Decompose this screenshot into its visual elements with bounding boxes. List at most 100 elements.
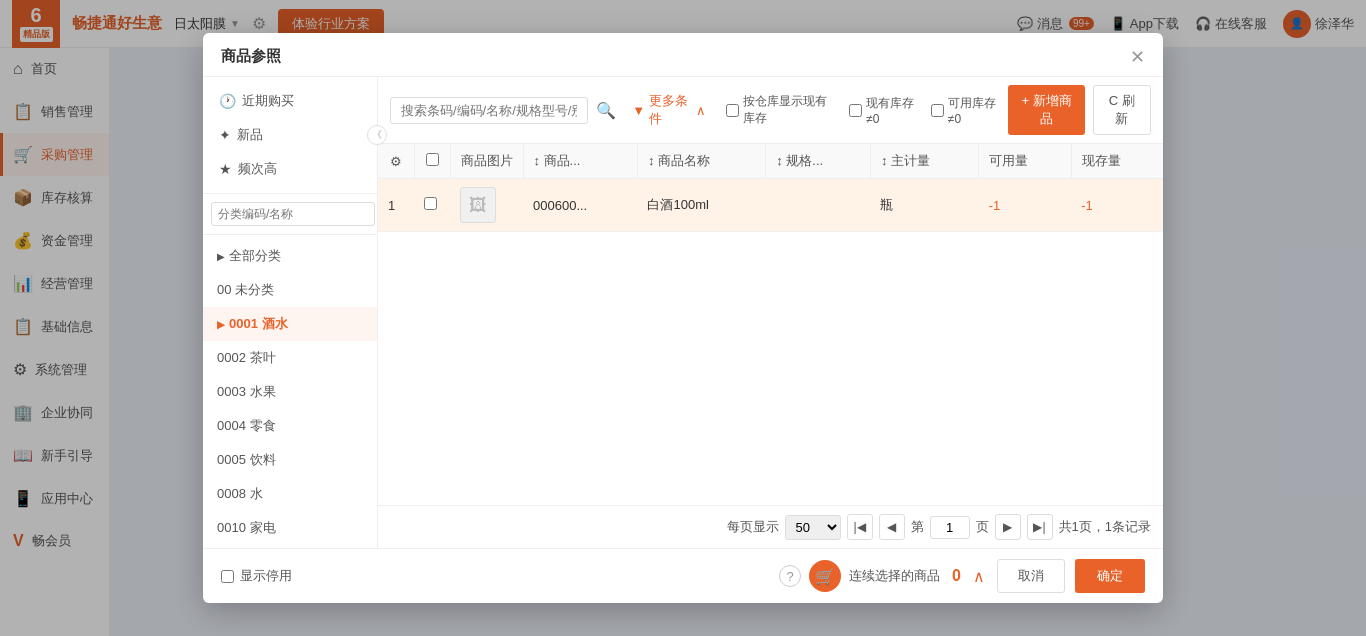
confirm-button[interactable]: 确定 (1075, 559, 1145, 593)
category-item-0003[interactable]: 0003 水果 (203, 375, 377, 409)
last-page-button[interactable]: ▶| (1027, 514, 1053, 540)
th-stock: 现存量 (1071, 144, 1163, 179)
page-size-select[interactable]: 10 20 50 100 (785, 515, 841, 540)
product-table-container: ⚙ 商品图片 ↕ 商品... ↕ 商品名称 ↕ 规格... ↕ 主计量 可用量 … (378, 144, 1163, 505)
collapse-panel-button[interactable]: 《 (367, 125, 387, 145)
modal-title: 商品参照 (221, 47, 281, 66)
more-filter-button[interactable]: ▼ 更多条件 ∧ (624, 88, 714, 132)
new-icon: ✦ (219, 127, 231, 143)
selected-count: 0 (948, 567, 965, 585)
checkbox-warehouse-label: 按仓库显示现有库存 (743, 93, 837, 127)
checkbox-warehouse[interactable]: 按仓库显示现有库存 (726, 93, 837, 127)
category-item-0005[interactable]: 0005 饮料 (203, 443, 377, 477)
left-panel: 🕐 近期购买 ✦ 新品 ★ 频次高 《 (203, 77, 378, 548)
search-toolbar: 🔍 ▼ 更多条件 ∧ 按仓库显示现有库存 现有库存≠0 (378, 77, 1163, 144)
table-row[interactable]: 1 🖼 000600... 白酒100ml 瓶 -1 -1 (378, 179, 1163, 232)
table-header-row: ⚙ 商品图片 ↕ 商品... ↕ 商品名称 ↕ 规格... ↕ 主计量 可用量 … (378, 144, 1163, 179)
th-available: 可用量 (979, 144, 1072, 179)
checkbox-warehouse-input[interactable] (726, 104, 739, 117)
modal-header: 商品参照 ✕ (203, 33, 1163, 77)
quick-link-frequent[interactable]: ★ 频次高 (211, 153, 369, 185)
show-disabled-checkbox[interactable] (221, 570, 234, 583)
th-unit: ↕ 主计量 (870, 144, 978, 179)
pagination-bar: 每页显示 10 20 50 100 |◀ ◀ 第 页 ▶ ▶| 共1页，1条记录 (378, 505, 1163, 548)
category-item-0008[interactable]: 0008 水 (203, 477, 377, 511)
modal-close-button[interactable]: ✕ (1130, 48, 1145, 66)
first-page-button[interactable]: |◀ (847, 514, 873, 540)
category-item-00[interactable]: 00 未分类 (203, 273, 377, 307)
prev-page-button[interactable]: ◀ (879, 514, 905, 540)
footer-mid: ? 🛒 连续选择的商品 0 ∧ (779, 560, 985, 592)
product-table: ⚙ 商品图片 ↕ 商品... ↕ 商品名称 ↕ 规格... ↕ 主计量 可用量 … (378, 144, 1163, 232)
page-label-2: 页 (976, 518, 989, 536)
checkbox-available[interactable]: 现有库存≠0 (849, 95, 919, 126)
th-name: ↕ 商品名称 (637, 144, 765, 179)
product-thumbnail: 🖼 (460, 187, 496, 223)
filter-arrow-icon: ∧ (696, 103, 706, 118)
quick-link-recent[interactable]: 🕐 近期购买 (211, 85, 369, 117)
category-label: 0003 水果 (217, 383, 276, 401)
modal-body: 🕐 近期购买 ✦ 新品 ★ 频次高 《 (203, 77, 1163, 548)
category-label: 00 未分类 (217, 281, 274, 299)
category-item-0004[interactable]: 0004 零食 (203, 409, 377, 443)
category-item-0002[interactable]: 0002 茶叶 (203, 341, 377, 375)
arrow-icon: ▶ (217, 251, 225, 262)
category-item-0001[interactable]: ▶ 0001 酒水 (203, 307, 377, 341)
collapse-selection-icon[interactable]: ∧ (973, 567, 985, 586)
category-label: 全部分类 (229, 247, 281, 265)
toolbar-right: + 新增商品 C 刷新 (1008, 85, 1151, 135)
row-checkbox[interactable] (424, 197, 437, 210)
quick-link-new[interactable]: ✦ 新品 (211, 119, 369, 151)
product-search-input[interactable] (390, 97, 588, 124)
cart-icon[interactable]: 🛒 (809, 560, 841, 592)
th-settings: ⚙ (378, 144, 414, 179)
category-search-box: 🔍 (203, 194, 377, 235)
selected-text: 连续选择的商品 (849, 567, 940, 585)
quick-link-label: 频次高 (238, 160, 277, 178)
category-item-all[interactable]: ▶ 全部分类 (203, 239, 377, 273)
checkbox-usable[interactable]: 可用库存≠0 (931, 95, 1001, 126)
category-item-0010[interactable]: 0010 家电 (203, 511, 377, 545)
page-size-label: 每页显示 (727, 518, 779, 536)
modal-footer: 显示停用 ? 🛒 连续选择的商品 0 ∧ 取消 确定 (203, 548, 1163, 603)
refresh-button[interactable]: C 刷新 (1093, 85, 1151, 135)
frequent-icon: ★ (219, 161, 232, 177)
help-icon[interactable]: ? (779, 565, 801, 587)
row-code: 000600... (523, 179, 637, 232)
recent-icon: 🕐 (219, 93, 236, 109)
th-spec: ↕ 规格... (766, 144, 871, 179)
row-checkbox-cell[interactable] (414, 179, 450, 232)
th-code: ↕ 商品... (523, 144, 637, 179)
checkbox-available-label: 现有库存≠0 (866, 95, 919, 126)
row-num: 1 (378, 179, 414, 232)
cancel-button[interactable]: 取消 (997, 559, 1065, 593)
row-spec (766, 179, 871, 232)
category-label: 0005 饮料 (217, 451, 276, 469)
add-product-button[interactable]: + 新增商品 (1008, 85, 1084, 135)
category-label: 0008 水 (217, 485, 263, 503)
category-label: 0004 零食 (217, 417, 276, 435)
row-image: 🖼 (450, 179, 523, 232)
product-reference-modal: 商品参照 ✕ 🕐 近期购买 ✦ 新品 (203, 33, 1163, 603)
select-all-checkbox[interactable] (426, 153, 439, 166)
page-number-input[interactable] (930, 516, 970, 539)
filter-icon: ▼ (632, 103, 645, 118)
show-disabled-label: 显示停用 (240, 567, 292, 585)
category-label: 0002 茶叶 (217, 349, 276, 367)
row-name: 白酒100ml (637, 179, 765, 232)
checkbox-available-input[interactable] (849, 104, 862, 117)
row-stock: -1 (1071, 179, 1163, 232)
quick-link-label: 新品 (237, 126, 263, 144)
show-disabled-checkbox-label[interactable]: 显示停用 (221, 567, 292, 585)
row-unit: 瓶 (870, 179, 978, 232)
quick-link-label: 近期购买 (242, 92, 294, 110)
category-label: 0001 酒水 (229, 315, 288, 333)
category-search-input[interactable] (211, 202, 375, 226)
checkbox-usable-label: 可用库存≠0 (948, 95, 1001, 126)
product-search-icon[interactable]: 🔍 (596, 101, 616, 120)
next-page-button[interactable]: ▶ (995, 514, 1021, 540)
checkbox-usable-input[interactable] (931, 104, 944, 117)
footer-right: 取消 确定 (997, 559, 1145, 593)
arrow-icon: ▶ (217, 319, 225, 330)
total-info: 共1页，1条记录 (1059, 518, 1151, 536)
